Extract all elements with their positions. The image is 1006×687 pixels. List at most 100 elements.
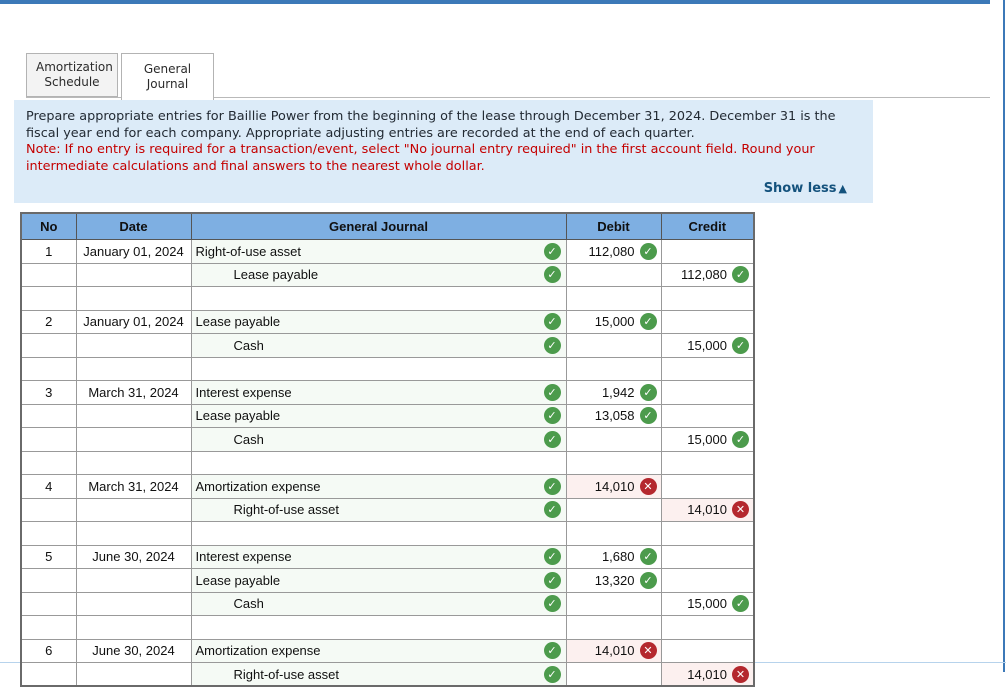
- entry-number: [20, 427, 77, 452]
- correct-icon: ✓: [732, 266, 749, 284]
- debit-field[interactable]: 13,320 ✓: [565, 568, 662, 593]
- column-header-date: Date: [75, 212, 192, 240]
- entry-date: June 30, 2024: [75, 544, 192, 569]
- empty-cell: [75, 286, 192, 311]
- tab-amortization-schedule[interactable]: Amortization Schedule: [26, 53, 118, 97]
- account-field-content: Cash ✓: [192, 336, 566, 354]
- journal-row: Cash ✓ 15,000 ✓: [20, 333, 755, 358]
- entry-date: [75, 262, 192, 287]
- account-field[interactable]: Amortization expense ✓: [190, 638, 567, 663]
- account-name: Interest expense: [195, 384, 292, 400]
- debit-field[interactable]: 15,000 ✓: [565, 309, 662, 334]
- account-field[interactable]: Cash ✓: [190, 427, 567, 452]
- empty-cell: [660, 450, 755, 475]
- account-field[interactable]: Cash ✓: [190, 591, 567, 616]
- credit-field[interactable]: 15,000 ✓: [660, 333, 755, 358]
- empty-cell: [20, 521, 77, 546]
- entry-number: 6: [20, 638, 77, 663]
- account-name: Interest expense: [195, 549, 292, 565]
- correct-icon: ✓: [543, 313, 561, 331]
- account-field[interactable]: Interest expense ✓: [190, 380, 567, 405]
- debit-field-empty: [565, 497, 662, 522]
- account-field[interactable]: Lease payable ✓: [190, 568, 567, 593]
- debit-amount: 13,320: [594, 572, 635, 588]
- credit-field[interactable]: 112,080 ✓: [660, 262, 755, 287]
- correct-icon: ✓: [543, 477, 561, 495]
- account-name: Right-of-use asset: [233, 502, 340, 518]
- correct-icon: ✓: [543, 430, 561, 448]
- account-field[interactable]: Right-of-use asset ✓: [190, 497, 567, 522]
- tab-label: General Journal: [143, 62, 192, 91]
- account-field[interactable]: Right-of-use asset ✓: [190, 662, 567, 687]
- empty-cell: [190, 356, 567, 381]
- debit-amount: 14,010: [594, 478, 635, 494]
- correct-icon: ✓: [639, 407, 657, 425]
- journal-row: 4 March 31, 2024 Amortization expense ✓ 14,0…: [20, 474, 755, 499]
- account-field[interactable]: Interest expense ✓: [190, 544, 567, 569]
- account-field[interactable]: Amortization expense ✓: [190, 474, 567, 499]
- journal-row: Lease payable ✓ 13,058 ✓: [20, 403, 755, 428]
- debit-value-wrap: 13,058 ✓: [567, 407, 661, 425]
- journal-row: Right-of-use asset ✓ 14,010 ✕: [20, 497, 755, 522]
- journal-row: Cash ✓ 15,000 ✓: [20, 427, 755, 452]
- credit-field[interactable]: 14,010 ✕: [660, 497, 755, 522]
- account-field-content: Lease payable ✓: [192, 266, 566, 284]
- account-field[interactable]: Lease payable ✓: [190, 309, 567, 334]
- debit-field[interactable]: 1,942 ✓: [565, 380, 662, 405]
- chevron-up-icon: ▲: [838, 181, 847, 195]
- journal-table: No Date General Journal Debit Credit 1 Ja…: [20, 212, 755, 687]
- entry-date: March 31, 2024: [75, 474, 192, 499]
- instructions-note: Note: If no entry is required for a tran…: [26, 142, 815, 174]
- debit-field[interactable]: 13,058 ✓: [565, 403, 662, 428]
- empty-cell: [660, 615, 755, 640]
- journal-row: Lease payable ✓ 112,080 ✓: [20, 262, 755, 287]
- account-field-content: Amortization expense ✓: [192, 477, 566, 495]
- account-field[interactable]: Lease payable ✓: [190, 403, 567, 428]
- empty-cell: [565, 356, 662, 381]
- entry-date: January 01, 2024: [75, 309, 192, 334]
- account-name: Lease payable: [233, 267, 319, 283]
- correct-icon: ✓: [543, 336, 561, 354]
- account-name: Lease payable: [195, 314, 281, 330]
- correct-icon: ✓: [639, 242, 657, 260]
- journal-row: Cash ✓ 15,000 ✓: [20, 591, 755, 616]
- empty-cell: [20, 356, 77, 381]
- account-field[interactable]: Right-of-use asset ✓: [190, 239, 567, 264]
- debit-field-empty: [565, 262, 662, 287]
- credit-field[interactable]: 14,010 ✕: [660, 662, 755, 687]
- empty-cell: [20, 615, 77, 640]
- incorrect-icon: ✕: [639, 477, 657, 495]
- debit-value-wrap: 1,942 ✓: [567, 383, 661, 401]
- show-less-link[interactable]: Show less ▲: [764, 181, 847, 198]
- journal-row: 6 June 30, 2024 Amortization expense ✓ 14,01…: [20, 638, 755, 663]
- debit-field[interactable]: 14,010 ✕: [565, 474, 662, 499]
- entry-number: [20, 662, 77, 687]
- journal-row: 1 January 01, 2024 Right-of-use asset ✓ 112,…: [20, 239, 755, 264]
- debit-field[interactable]: 1,680 ✓: [565, 544, 662, 569]
- entry-number: [20, 568, 77, 593]
- account-name: Amortization expense: [195, 643, 321, 659]
- debit-value-wrap: 1,680 ✓: [567, 548, 661, 566]
- account-field-content: Lease payable ✓: [192, 407, 566, 425]
- debit-field[interactable]: 14,010 ✕: [565, 638, 662, 663]
- correct-icon: ✓: [639, 548, 657, 566]
- debit-value-wrap: 14,010 ✕: [567, 477, 661, 495]
- credit-field[interactable]: 15,000 ✓: [660, 591, 755, 616]
- credit-value-wrap: 14,010 ✕: [662, 501, 754, 519]
- entry-date: [75, 497, 192, 522]
- credit-field-empty: [660, 239, 755, 264]
- journal-row: Lease payable ✓ 13,320 ✓: [20, 568, 755, 593]
- credit-value-wrap: 15,000 ✓: [662, 336, 754, 354]
- account-field[interactable]: Lease payable ✓: [190, 262, 567, 287]
- empty-cell: [660, 521, 755, 546]
- tab-general-journal[interactable]: General Journal: [121, 53, 214, 100]
- account-field[interactable]: Cash ✓: [190, 333, 567, 358]
- credit-field[interactable]: 15,000 ✓: [660, 427, 755, 452]
- debit-field[interactable]: 112,080 ✓: [565, 239, 662, 264]
- instructions-text: Prepare appropriate entries for Baillie …: [26, 109, 836, 141]
- empty-cell: [75, 356, 192, 381]
- account-name: Cash: [233, 337, 264, 353]
- account-name: Cash: [233, 596, 264, 612]
- credit-field-empty: [660, 380, 755, 405]
- incorrect-icon: ✕: [639, 642, 657, 660]
